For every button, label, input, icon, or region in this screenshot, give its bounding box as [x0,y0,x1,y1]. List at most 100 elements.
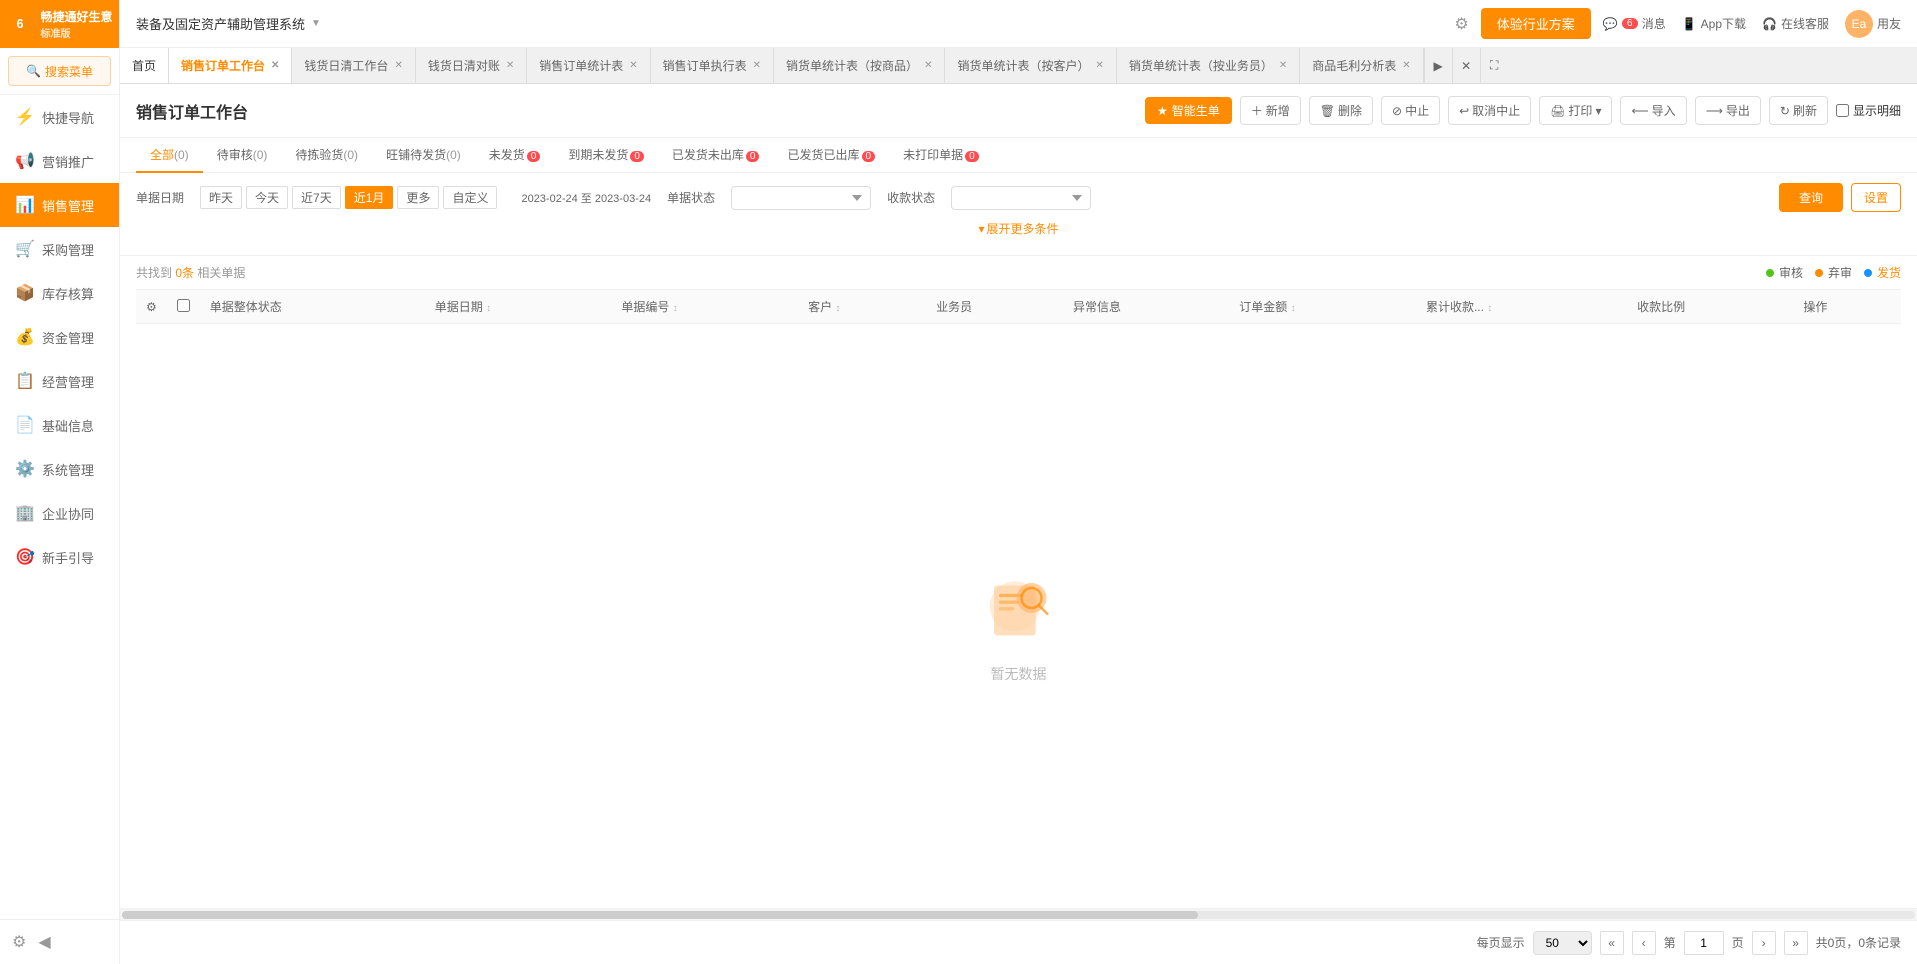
export-button[interactable]: ⟶ 导出 [1695,96,1761,125]
tab-sales-workbench[interactable]: 销售订单工作台 ✕ [169,48,292,84]
scrollbar-thumb[interactable] [122,911,1198,919]
sub-tab-not-printed[interactable]: 未打印单据0 [889,138,993,173]
horizontal-scrollbar[interactable] [120,908,1917,920]
sidebar-item-purchase[interactable]: 🛒 采购管理 [0,227,119,271]
sub-tab-shipped-out[interactable]: 已发货已出库0 [773,138,889,173]
col-amount[interactable]: 订单金额 [1229,290,1416,324]
select-all-checkbox[interactable] [177,299,190,312]
import-icon: ⟵ [1631,104,1648,118]
smart-generate-button[interactable]: ★ 智能生单 [1145,97,1232,124]
set-button[interactable]: 设置 [1851,183,1901,212]
last-page-button[interactable]: » [1784,931,1808,955]
tab-home[interactable]: 首页 [120,48,169,84]
settings-gear-icon[interactable]: ⚙ [1454,14,1468,34]
import-button[interactable]: ⟵ 导入 [1620,96,1686,125]
show-detail-checkbox[interactable] [1836,104,1849,117]
tab-sales-stat-product[interactable]: 销货单统计表（按商品） ✕ [774,48,945,84]
tab-cash-daily-label: 钱货日清工作台 [304,57,388,74]
col-customer[interactable]: 客户 [798,290,926,324]
sidebar-item-enterprise[interactable]: 🏢 企业协同 [0,491,119,535]
ship-action-button[interactable]: 发货 [1864,264,1901,281]
industry-solution-button[interactable]: 体验行业方案 [1481,8,1591,39]
date-last7-button[interactable]: 近7天 [292,186,341,209]
tab-sales-workbench-close[interactable]: ✕ [271,60,279,71]
tab-sales-stat-staff[interactable]: 销货单统计表（按业务员） ✕ [1117,48,1300,84]
sub-tab-shipped-not-out[interactable]: 已发货未出库0 [658,138,774,173]
sidebar-item-guide[interactable]: 🎯 新手引导 [0,535,119,579]
page-number-input[interactable] [1684,931,1724,955]
delete-button[interactable]: 🗑 删除 [1309,96,1373,125]
date-more-button[interactable]: 更多 [397,186,439,209]
tab-cash-reconcile-close[interactable]: ✕ [506,60,514,71]
sidebar-item-marketing[interactable]: 📢 营销推广 [0,139,119,183]
sidebar-item-inventory[interactable]: 📦 库存核算 [0,271,119,315]
refresh-button[interactable]: ↻ 刷新 [1769,96,1828,125]
query-button[interactable]: 查询 [1779,183,1843,212]
expand-filter-button[interactable]: ▾ 展开更多条件 [978,220,1058,237]
plus-icon: ＋ [1251,102,1263,119]
tab-sales-stat-customer-close[interactable]: ✕ [1095,60,1103,71]
sidebar-settings-button[interactable]: ⚙ [12,932,26,952]
col-received[interactable]: 累计收款... [1416,290,1627,324]
tab-cash-reconcile[interactable]: 钱货日清对账 ✕ [416,48,527,84]
tab-cash-daily[interactable]: 钱货日清工作台 ✕ [292,48,415,84]
sub-tab-wangpu[interactable]: 旺铺待发货(0) [372,138,475,173]
sub-tab-pending-review[interactable]: 待审核(0) [203,138,282,173]
tab-sales-exec-close[interactable]: ✕ [753,60,761,71]
tab-sales-stat-staff-close[interactable]: ✕ [1279,60,1287,71]
page-suffix: 页 [1732,934,1744,951]
tab-close-all[interactable]: ✕ [1452,48,1480,84]
sub-tab-not-shipped[interactable]: 未发货0 [475,138,555,173]
tab-cash-daily-close[interactable]: ✕ [394,60,402,71]
col-number[interactable]: 单据编号 [611,290,798,324]
date-yesterday-button[interactable]: 昨天 [200,186,242,209]
tab-sales-stat-product-close[interactable]: ✕ [924,60,932,71]
sidebar-item-system[interactable]: ⚙️ 系统管理 [0,447,119,491]
sidebar-collapse-button[interactable]: ◀ [38,932,50,952]
cancel-stop-button[interactable]: ↩ 取消中止 [1448,96,1531,125]
cancel-review-action-button[interactable]: 弃审 [1815,264,1852,281]
tab-gross-margin[interactable]: 商品毛利分析表 ✕ [1300,48,1423,84]
system-dropdown-icon[interactable]: ▼ [311,18,321,29]
add-button[interactable]: ＋ 新增 [1240,96,1301,125]
date-custom-button[interactable]: 自定义 [443,186,497,209]
sidebar-item-quick-nav[interactable]: ⚡ 快捷导航 [0,95,119,139]
tab-gross-margin-close[interactable]: ✕ [1402,60,1410,71]
search-menu-button[interactable]: 🔍 搜索菜单 [8,56,111,86]
sidebar-item-finance[interactable]: 💰 资金管理 [0,315,119,359]
tab-expand[interactable]: ⛶ [1480,48,1508,84]
prev-page-button[interactable]: ‹ [1632,931,1656,955]
sub-tab-all[interactable]: 全部(0) [136,138,203,173]
scrollbar-track[interactable] [122,911,1915,919]
online-service-button[interactable]: 🎧 在线客服 [1762,15,1829,32]
sidebar-item-basic-info[interactable]: 📄 基础信息 [0,403,119,447]
tab-sales-stat-customer[interactable]: 销货单统计表（按客户） ✕ [945,48,1116,84]
message-badge: 6 [1622,18,1638,29]
tab-scroll-right[interactable]: ▶ [1424,48,1452,84]
print-button[interactable]: 🖨 打印 ▾ [1539,96,1612,125]
tab-sales-stat-close[interactable]: ✕ [629,60,637,71]
col-settings[interactable]: ⚙ [136,290,167,324]
sidebar-item-sales[interactable]: 📊 销售管理 [0,183,119,227]
stop-button[interactable]: ⊘ 中止 [1381,96,1440,125]
page-size-select[interactable]: 50 100 200 [1533,931,1592,955]
date-today-button[interactable]: 今天 [246,186,288,209]
payment-status-select[interactable] [951,186,1091,210]
first-page-button[interactable]: « [1600,931,1624,955]
message-button[interactable]: 💬 6 消息 [1603,15,1666,32]
headset-icon: 🎧 [1762,17,1777,31]
sales-icon: 📊 [16,196,34,214]
sub-tab-pending-check[interactable]: 待拣验货(0) [281,138,372,173]
tab-sales-stat[interactable]: 销售订单统计表 ✕ [527,48,650,84]
app-download-button[interactable]: 📱 App下载 [1682,15,1746,32]
review-action-button[interactable]: 审核 [1766,264,1803,281]
date-last1month-button[interactable]: 近1月 [345,186,394,209]
next-page-button[interactable]: › [1752,931,1776,955]
doc-status-select[interactable] [731,186,871,210]
col-date[interactable]: 单据日期 [425,290,612,324]
tab-sales-exec[interactable]: 销售订单执行表 ✕ [651,48,774,84]
sidebar-item-operations[interactable]: 📋 经营管理 [0,359,119,403]
show-detail-label[interactable]: 显示明细 [1836,102,1901,119]
user-menu-button[interactable]: Ea 用友 [1845,10,1901,38]
sub-tab-overdue[interactable]: 到期未发货0 [554,138,658,173]
